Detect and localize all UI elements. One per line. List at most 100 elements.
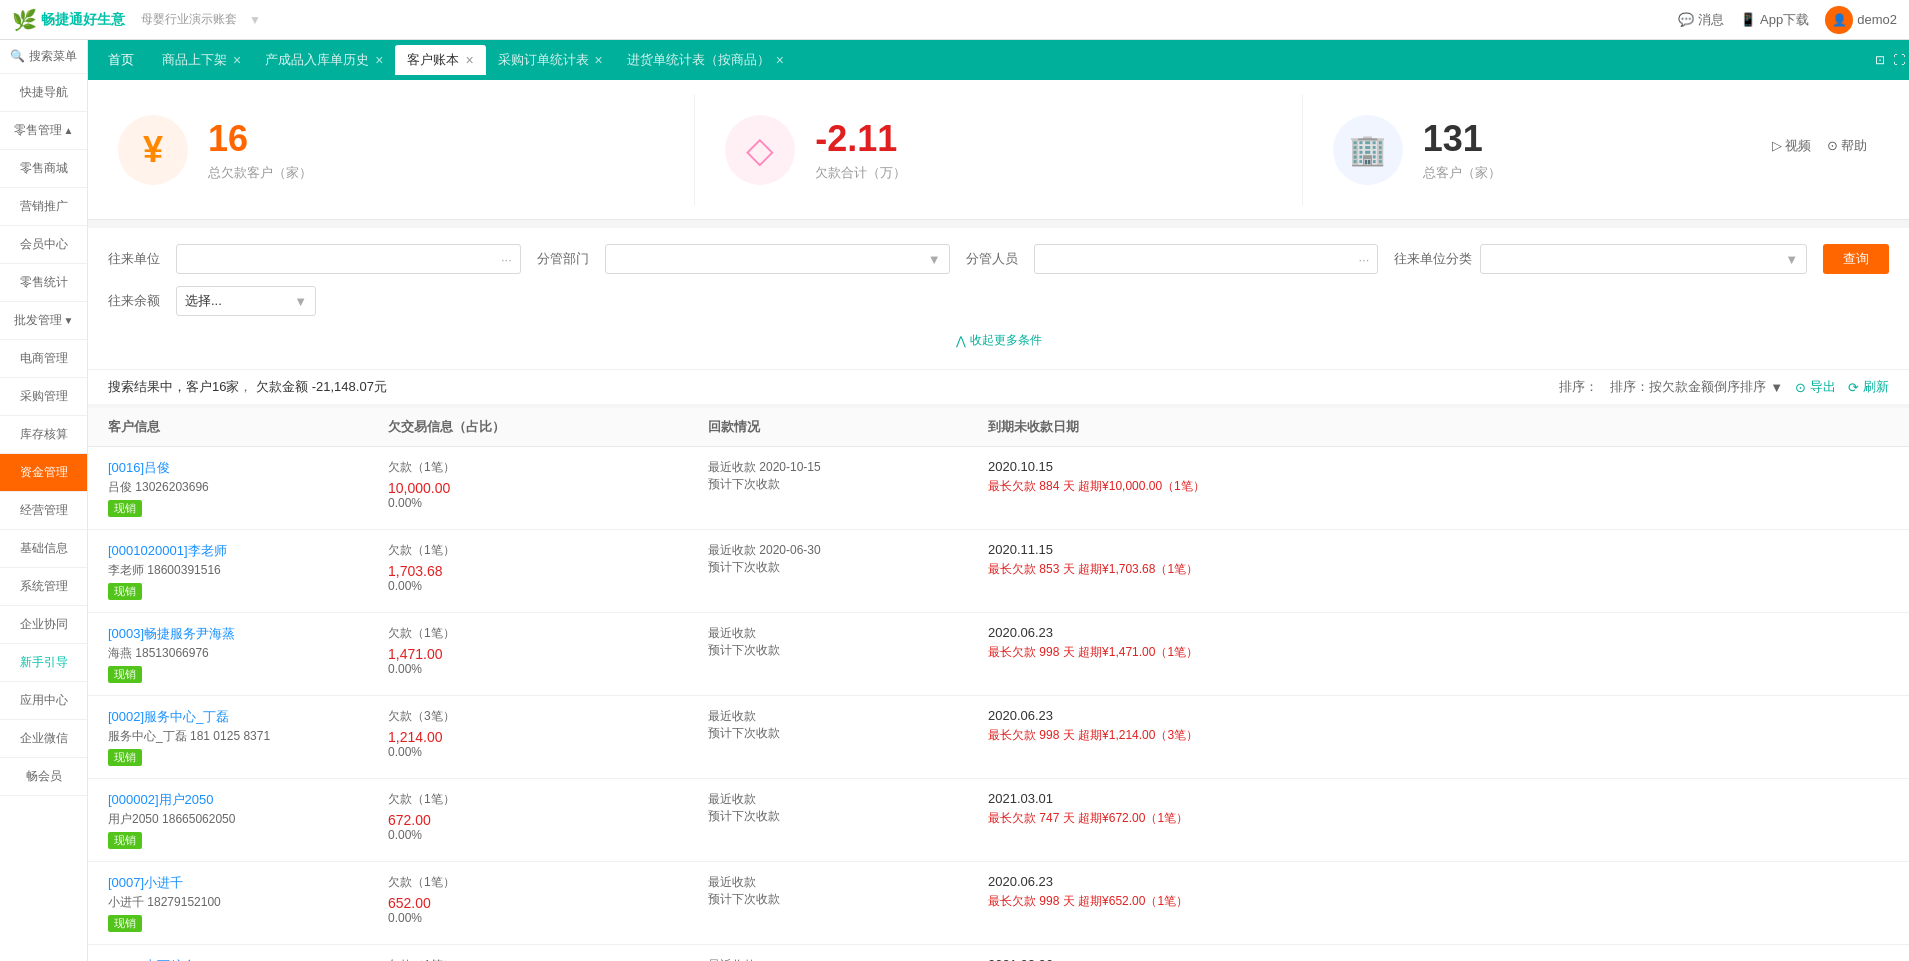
sidebar-item-wholesale-mgmt[interactable]: 批发管理 ▼: [0, 302, 87, 340]
sidebar-item-members[interactable]: 会员中心: [0, 226, 87, 264]
sidebar-item-retail-stats[interactable]: 零售统计: [0, 264, 87, 302]
tab-product-history-label: 产成品入库单历史: [265, 51, 369, 69]
sidebar-item-wechat[interactable]: 企业微信: [0, 720, 87, 758]
sidebar-item-guide[interactable]: 新手引导: [0, 644, 87, 682]
debt-percent-2: 0.00%: [388, 662, 708, 676]
sidebar-system-label: 系统管理: [20, 579, 68, 593]
customer-name-5[interactable]: [0007]小进千: [108, 875, 183, 890]
message-btn[interactable]: 💬 消息: [1678, 11, 1724, 29]
sidebar-item-collaboration[interactable]: 企业协同: [0, 606, 87, 644]
sidebar-guide-label: 新手引导: [20, 655, 68, 669]
supplier-input[interactable]: ···: [176, 244, 521, 274]
sidebar-item-member-vip[interactable]: 畅会员: [0, 758, 87, 796]
tab-minimize-icon[interactable]: ⊡: [1875, 53, 1885, 67]
page-content: ¥ 16 总欠款客户（家） ◇ -2.11: [88, 80, 1909, 961]
sidebar-item-retail-mgmt[interactable]: 零售管理 ▲: [0, 112, 87, 150]
filter-person: 分管人员 ···: [966, 244, 1379, 274]
due-date-1: 2020.11.15: [988, 542, 1889, 557]
col-debt-info: 欠交易信息（占比）: [388, 418, 708, 436]
balance-select[interactable]: 选择... ▼: [176, 286, 316, 316]
sidebar-quick-nav-label: 快捷导航: [20, 85, 68, 99]
sidebar-item-quick-nav[interactable]: 快捷导航: [0, 74, 87, 112]
category-select[interactable]: ▼: [1480, 244, 1807, 274]
col-customer-info: 客户信息: [108, 418, 388, 436]
payment-cell-3: 最近收款 预计下次收款: [708, 708, 988, 742]
tab-product-listing[interactable]: 商品上下架 ×: [150, 45, 253, 75]
sidebar-item-operations[interactable]: 经营管理: [0, 492, 87, 530]
sidebar: 🔍 搜索菜单 快捷导航 零售管理 ▲ 零售商城 营销推广 会员中心 零售统计: [0, 40, 88, 961]
debt-info-4: 欠款（1笔）: [388, 791, 708, 808]
debt-cell-0: 欠款（1笔） 10,000.00 0.00%: [388, 459, 708, 510]
payment-cell-5: 最近收款 预计下次收款: [708, 874, 988, 908]
tab-purchase-goods-stats[interactable]: 进货单统计表（按商品） ×: [615, 45, 796, 75]
tab-close-icon3[interactable]: ×: [465, 52, 473, 68]
next-payment-1: 预计下次收款: [708, 559, 988, 576]
sidebar-retail-mall-label: 零售商城: [20, 161, 68, 175]
overdue-info-5: 最长欠款 998 天 超期¥652.00（1笔）: [988, 893, 1889, 910]
sidebar-wechat-label: 企业微信: [20, 731, 68, 745]
sort-label: 排序：: [1559, 378, 1598, 396]
customer-name-2[interactable]: [0003]畅捷服务尹海蒸: [108, 626, 235, 641]
tab-customer-ledger[interactable]: 客户账本 ×: [395, 45, 485, 75]
query-button[interactable]: 查询: [1823, 244, 1889, 274]
table-row: [000002]用户2050 用户2050 18665062050 现销 欠款（…: [88, 779, 1909, 862]
overdue-link-2[interactable]: 超期¥1,471.00（1笔）: [1078, 645, 1198, 659]
sidebar-item-marketing[interactable]: 营销推广: [0, 188, 87, 226]
tab-home[interactable]: 首页: [92, 45, 150, 75]
video-btn[interactable]: ▷ 视频: [1772, 137, 1811, 155]
tab-close-icon[interactable]: ×: [233, 52, 241, 68]
data-table: 客户信息 欠交易信息（占比） 回款情况 到期未收款日期 [0016]吕俊 吕俊 …: [88, 408, 1909, 961]
filter-dept: 分管部门 ▼: [537, 244, 950, 274]
sidebar-item-retail-mall[interactable]: 零售商城: [0, 150, 87, 188]
debt-percent-3: 0.00%: [388, 745, 708, 759]
export-btn[interactable]: ⊙ 导出: [1795, 378, 1836, 396]
user-menu[interactable]: 👤 demo2: [1825, 6, 1897, 34]
customer-sub-2: 海燕 18513066976: [108, 645, 388, 662]
sidebar-item-ecommerce[interactable]: 电商管理: [0, 340, 87, 378]
overdue-link-3[interactable]: 超期¥1,214.00（3笔）: [1078, 728, 1198, 742]
customer-name-3[interactable]: [0002]服务中心_丁磊: [108, 709, 229, 724]
collapse-up-icon: ⋀: [956, 334, 966, 348]
debt-info-1: 欠款（1笔）: [388, 542, 708, 559]
col-due-date: 到期未收款日期: [988, 418, 1889, 436]
customer-cell-0: [0016]吕俊 吕俊 13026203696 现销: [108, 459, 388, 517]
customer-name-1[interactable]: [0001020001]李老师: [108, 543, 227, 558]
sidebar-item-purchase-mgmt[interactable]: 采购管理: [0, 378, 87, 416]
tab-close-icon5[interactable]: ×: [776, 52, 784, 68]
sidebar-item-app-center[interactable]: 应用中心: [0, 682, 87, 720]
overdue-link-1[interactable]: 超期¥1,703.68（1笔）: [1078, 562, 1198, 576]
help-btn[interactable]: ⊙ 帮助: [1827, 137, 1867, 155]
sort-select[interactable]: 排序：按欠款金额倒序排序 ▼: [1610, 378, 1783, 396]
sidebar-item-basic-info[interactable]: 基础信息: [0, 530, 87, 568]
tab-bar: 首页 商品上下架 × 产成品入库单历史 × 客户账本 × 采购订单统计表 ×: [88, 40, 1909, 80]
sidebar-item-inventory[interactable]: 库存核算: [0, 416, 87, 454]
collapse-bar[interactable]: ⋀ 收起更多条件: [108, 328, 1889, 353]
sidebar-search[interactable]: 🔍 搜索菜单: [0, 40, 87, 74]
due-cell-6: 2021.02.26 最长欠款 750 天 超期¥455.90（1笔）: [988, 957, 1889, 961]
tab-product-history[interactable]: 产成品入库单历史 ×: [253, 45, 395, 75]
overdue-link-4[interactable]: 超期¥672.00（1笔）: [1078, 811, 1188, 825]
customer-tag-0: 现销: [108, 500, 142, 517]
stat-actions: ▷ 视频 ⊙ 帮助: [1760, 125, 1879, 167]
overdue-link-5[interactable]: 超期¥652.00（1笔）: [1078, 894, 1188, 908]
overdue-link-0[interactable]: 超期¥10,000.00（1笔）: [1078, 479, 1205, 493]
customer-name-4[interactable]: [000002]用户2050: [108, 792, 214, 807]
tab-purchase-stats[interactable]: 采购订单统计表 ×: [486, 45, 615, 75]
app-download-btn[interactable]: 📱 App下载: [1740, 11, 1809, 29]
filter-supplier-label: 往来单位: [108, 250, 168, 268]
sidebar-item-finance[interactable]: 资金管理: [0, 454, 87, 492]
sidebar-item-system[interactable]: 系统管理: [0, 568, 87, 606]
sidebar-ecommerce-label: 电商管理: [20, 351, 68, 365]
export-label: 导出: [1810, 378, 1836, 396]
tab-fullscreen-icon[interactable]: ⛶: [1893, 53, 1905, 67]
dept-select[interactable]: ▼: [605, 244, 950, 274]
sidebar-operations-label: 经营管理: [20, 503, 68, 517]
refresh-btn[interactable]: ⟳ 刷新: [1848, 378, 1889, 396]
results-amount: 欠款金额 -21,148.07元: [256, 379, 387, 394]
collapse-label: 收起更多条件: [970, 332, 1042, 349]
customer-name-0[interactable]: [0016]吕俊: [108, 460, 170, 475]
table-row: [0002]服务中心_丁磊 服务中心_丁磊 181 0125 8371 现销 欠…: [88, 696, 1909, 779]
person-input[interactable]: ···: [1034, 244, 1379, 274]
tab-close-icon2[interactable]: ×: [375, 52, 383, 68]
tab-close-icon4[interactable]: ×: [595, 52, 603, 68]
